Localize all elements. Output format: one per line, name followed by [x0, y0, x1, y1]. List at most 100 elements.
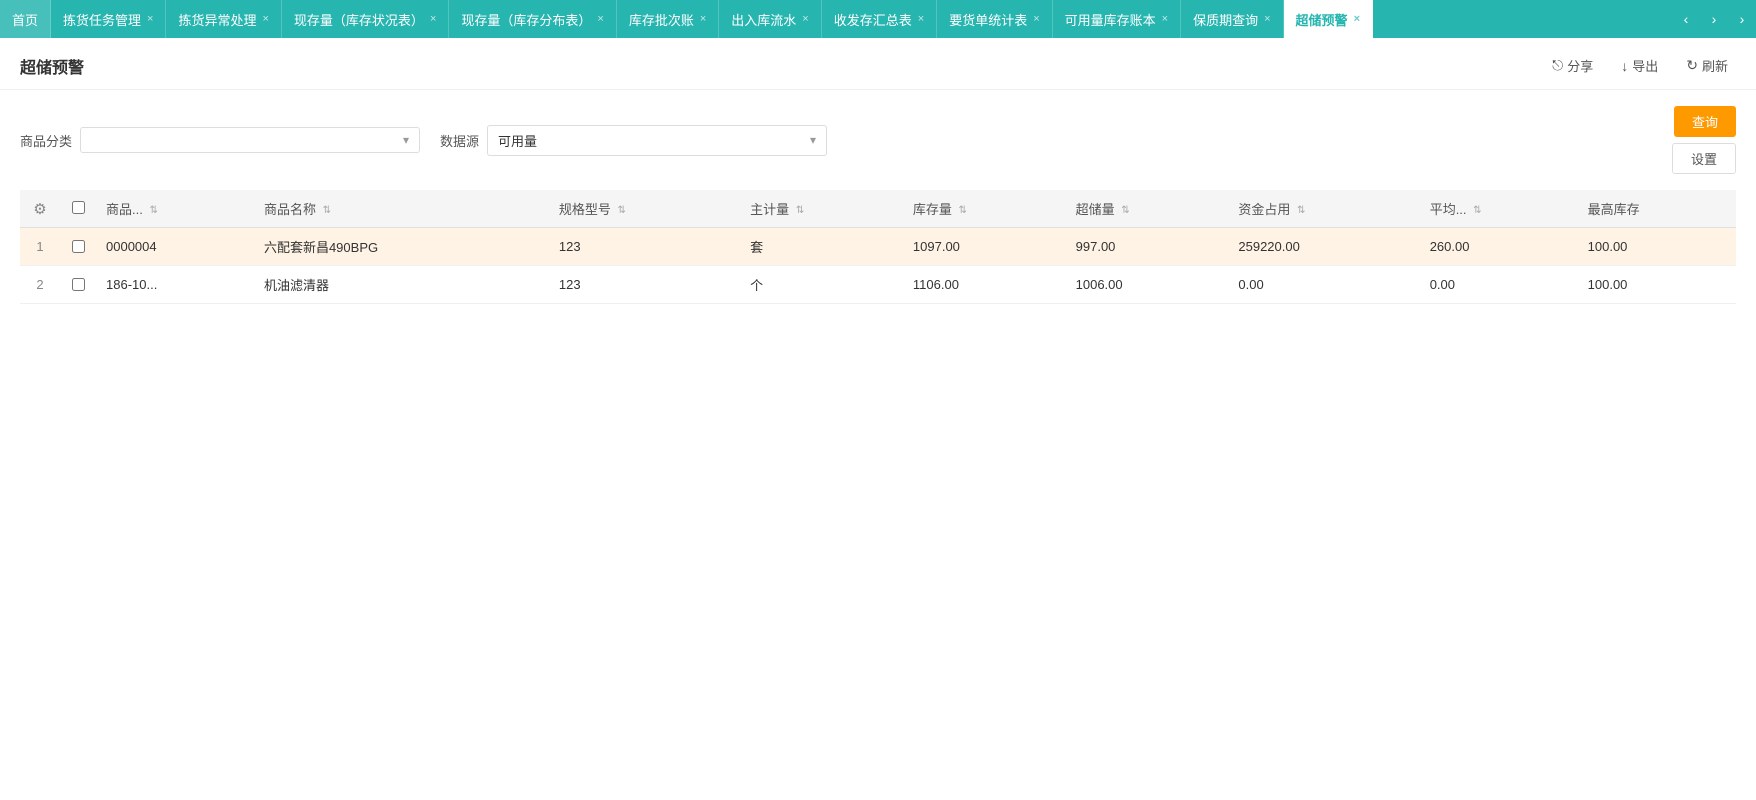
table-row: 1 0000004 六配套新昌490BPG 123 套 1097.00 997.… — [20, 228, 1736, 266]
nav-item-pick-task[interactable]: 拣货任务管理 × — [51, 0, 166, 38]
row-checkbox[interactable] — [72, 240, 85, 253]
nav-item-inventory-status[interactable]: 现存量（库存状况表） × — [282, 0, 449, 38]
col-label: 库存量 — [913, 202, 952, 217]
sort-icon[interactable]: ⇅ — [618, 205, 626, 216]
refresh-label: 刷新 — [1702, 56, 1728, 75]
nav-bar: 首页 拣货任务管理 × 拣货异常处理 × 现存量（库存状况表） × 现存量（库存… — [0, 0, 1756, 38]
close-icon[interactable]: × — [430, 13, 436, 25]
datasource-select-value: 可用量 — [498, 131, 537, 150]
nav-item-home[interactable]: 首页 — [0, 0, 51, 38]
row-index: 1 — [20, 228, 60, 266]
close-icon[interactable]: × — [1264, 13, 1270, 25]
row-avg: 260.00 — [1420, 228, 1578, 266]
col-header-product-code: 商品... ⇅ — [96, 190, 254, 228]
row-product-code: 0000004 — [96, 228, 254, 266]
close-icon[interactable]: × — [1354, 13, 1360, 25]
row-index: 2 — [20, 266, 60, 304]
close-icon[interactable]: × — [147, 13, 153, 25]
category-select[interactable]: ▾ — [80, 127, 420, 153]
close-icon[interactable]: × — [918, 13, 924, 25]
settings-button[interactable]: 设置 — [1672, 143, 1736, 174]
row-unit: 套 — [740, 228, 903, 266]
col-header-settings: ⚙ — [20, 190, 60, 228]
nav-label: 现存量（库存分布表） — [461, 10, 591, 29]
col-header-stock: 库存量 ⇅ — [903, 190, 1066, 228]
nav-label: 要货单统计表 — [949, 10, 1027, 29]
row-max-stock: 100.00 — [1578, 228, 1736, 266]
col-header-product-name: 商品名称 ⇅ — [254, 190, 549, 228]
row-check-cell — [60, 266, 96, 304]
sort-icon[interactable]: ⇅ — [1121, 205, 1129, 216]
export-label: 导出 — [1632, 56, 1658, 75]
nav-item-pick-abnormal[interactable]: 拣货异常处理 × — [166, 0, 281, 38]
row-checkbox[interactable] — [72, 278, 85, 291]
row-capital: 0.00 — [1228, 266, 1419, 304]
col-header-check — [60, 190, 96, 228]
sort-icon[interactable]: ⇅ — [959, 205, 967, 216]
nav-next-button[interactable]: › — [1700, 0, 1728, 38]
nav-label: 拣货异常处理 — [178, 10, 256, 29]
row-unit: 个 — [740, 266, 903, 304]
nav-label: 保质期查询 — [1193, 10, 1258, 29]
sort-icon[interactable]: ⇅ — [796, 205, 804, 216]
export-button[interactable]: ↓ 导出 — [1613, 52, 1666, 79]
col-label: 超储量 — [1076, 202, 1115, 217]
close-icon[interactable]: × — [700, 13, 706, 25]
col-label: 平均... — [1430, 202, 1467, 217]
nav-label: 收发存汇总表 — [834, 10, 912, 29]
gear-icon[interactable]: ⚙ — [33, 201, 46, 218]
close-icon[interactable]: × — [802, 13, 808, 25]
nav-label: 拣货任务管理 — [63, 10, 141, 29]
close-icon[interactable]: × — [1162, 13, 1168, 25]
sort-icon[interactable]: ⇅ — [1297, 205, 1305, 216]
filter-row: 商品分类 ▾ 数据源 可用量 ▾ 查询 设置 — [0, 90, 1756, 174]
share-button[interactable]: ⎋ 分享 — [1544, 52, 1601, 79]
col-label: 最高库存 — [1588, 202, 1640, 217]
datasource-select[interactable]: 可用量 ▾ — [487, 125, 827, 156]
col-header-capital: 资金占用 ⇅ — [1228, 190, 1419, 228]
sort-icon[interactable]: ⇅ — [323, 205, 331, 216]
nav-item-order-stats[interactable]: 要货单统计表 × — [937, 0, 1052, 38]
nav-label: 可用量库存账本 — [1065, 10, 1156, 29]
close-icon[interactable]: × — [1033, 13, 1039, 25]
row-stock: 1106.00 — [903, 266, 1066, 304]
sort-icon[interactable]: ⇅ — [1473, 205, 1481, 216]
row-max-stock: 100.00 — [1578, 266, 1736, 304]
nav-prev-button[interactable]: ‹ — [1672, 0, 1700, 38]
row-avg: 0.00 — [1420, 266, 1578, 304]
page-header: 超储预警 ⎋ 分享 ↓ 导出 ↻ 刷新 — [0, 38, 1756, 90]
nav-item-home-label: 首页 — [12, 10, 38, 29]
nav-item-inventory-dist[interactable]: 现存量（库存分布表） × — [449, 0, 616, 38]
col-label: 商品名称 — [264, 202, 316, 217]
nav-label: 超储预警 — [1296, 10, 1348, 29]
nav-label: 库存批次账 — [629, 10, 694, 29]
row-product-name: 机油滤清器 — [254, 266, 549, 304]
row-product-code: 186-10... — [96, 266, 254, 304]
datasource-label: 数据源 — [440, 131, 479, 150]
nav-item-available-account[interactable]: 可用量库存账本 × — [1053, 0, 1181, 38]
nav-item-inout-flow[interactable]: 出入库流水 × — [719, 0, 821, 38]
row-overstock: 997.00 — [1066, 228, 1229, 266]
sort-icon[interactable]: ⇅ — [149, 205, 157, 216]
select-all-checkbox[interactable] — [72, 201, 85, 214]
col-header-max-stock: 最高库存 — [1578, 190, 1736, 228]
export-icon: ↓ — [1621, 58, 1628, 74]
col-label: 规格型号 — [559, 202, 611, 217]
header-actions: ⎋ 分享 ↓ 导出 ↻ 刷新 — [1544, 52, 1736, 79]
col-header-overstock: 超储量 ⇅ — [1066, 190, 1229, 228]
chevron-down-icon: ▾ — [403, 133, 409, 147]
row-check-cell — [60, 228, 96, 266]
table-header-row: ⚙ 商品... ⇅ 商品名称 ⇅ 规格型号 ⇅ — [20, 190, 1736, 228]
filter-category-group: 商品分类 ▾ — [20, 127, 420, 153]
nav-more-button[interactable]: › — [1728, 0, 1756, 38]
close-icon[interactable]: × — [597, 13, 603, 25]
nav-item-recv-summary[interactable]: 收发存汇总表 × — [822, 0, 937, 38]
query-button[interactable]: 查询 — [1674, 106, 1736, 137]
nav-item-expiry-query[interactable]: 保质期查询 × — [1181, 0, 1283, 38]
close-icon[interactable]: × — [262, 13, 268, 25]
refresh-icon: ↻ — [1686, 57, 1698, 74]
col-label: 资金占用 — [1238, 202, 1290, 217]
nav-item-batch-account[interactable]: 库存批次账 × — [617, 0, 719, 38]
refresh-button[interactable]: ↻ 刷新 — [1678, 52, 1736, 79]
nav-item-overstock-warning[interactable]: 超储预警 × — [1284, 0, 1373, 38]
